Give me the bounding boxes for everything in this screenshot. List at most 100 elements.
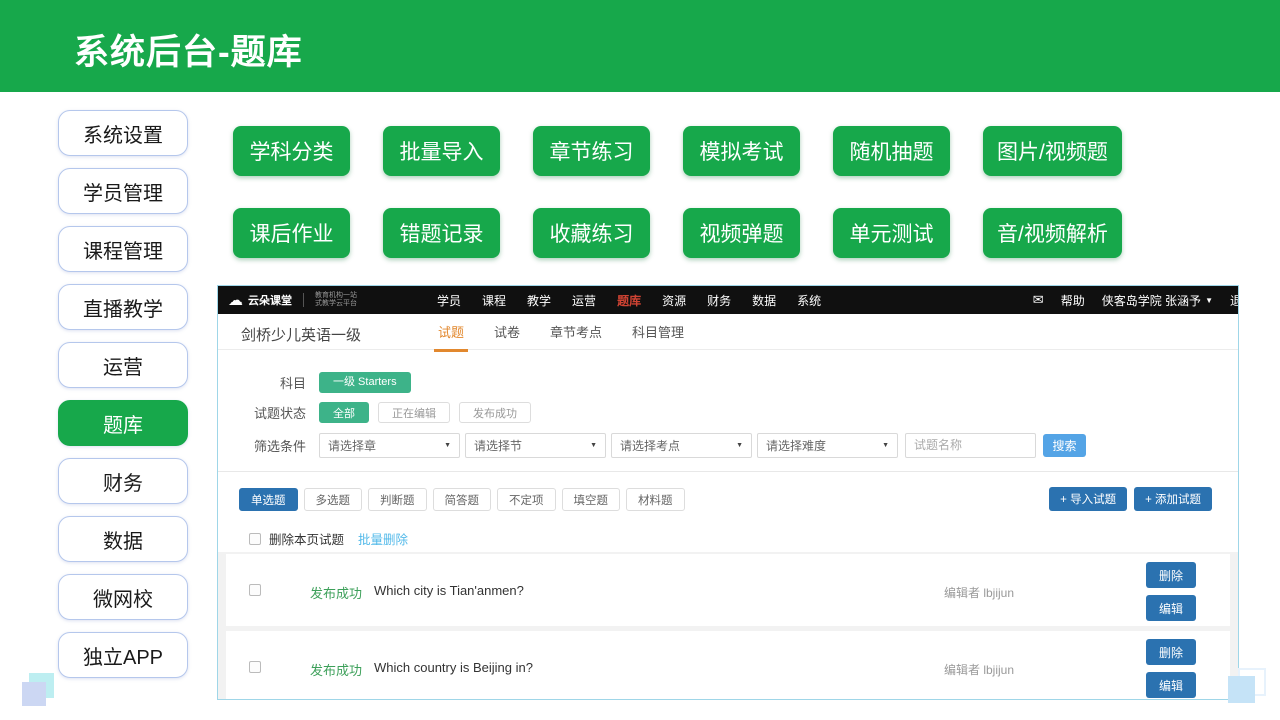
tab-chapter-points[interactable]: 章节考点 xyxy=(550,322,602,341)
row-checkbox[interactable] xyxy=(249,661,261,673)
sidebar-item-standalone-app[interactable]: 独立APP xyxy=(58,632,188,678)
status-editing-button[interactable]: 正在编辑 xyxy=(378,402,450,423)
sidebar-item-micro-school[interactable]: 微网校 xyxy=(58,574,188,620)
delete-button[interactable]: 删除 xyxy=(1146,562,1196,588)
sidebar-item-live-teaching[interactable]: 直播教学 xyxy=(58,284,188,330)
edit-button[interactable]: 编辑 xyxy=(1146,595,1196,621)
admin-tab-row: 剑桥少儿英语一级 试题 试卷 章节考点 科目管理 xyxy=(218,314,1238,350)
page-title: 系统后台-题库 xyxy=(0,0,1280,75)
feature-chapter-practice[interactable]: 章节练习 xyxy=(533,126,650,176)
question-actions: + 导入试题 + 添加试题 xyxy=(1049,487,1212,511)
search-button[interactable]: 搜索 xyxy=(1043,434,1086,457)
feature-audio-video-analysis[interactable]: 音/视频解析 xyxy=(983,208,1122,258)
section-select-value: 请选择节 xyxy=(474,437,522,454)
editor-label: 编辑者 lbjijun xyxy=(944,661,1014,678)
filter-status-row: 试题状态 全部 正在编辑 发布成功 xyxy=(250,402,540,423)
import-questions-button[interactable]: + 导入试题 xyxy=(1049,487,1127,511)
logo-tagline: 教育机构一站 式教学云平台 xyxy=(315,292,357,309)
admin-screenshot-panel: ☁ 云朵课堂 教育机构一站 式教学云平台 学员 课程 教学 运营 题库 资源 财… xyxy=(217,285,1239,700)
feature-mock-exam[interactable]: 模拟考试 xyxy=(683,126,800,176)
help-link[interactable]: 帮助 xyxy=(1061,292,1085,309)
mail-icon[interactable]: ✉ xyxy=(1033,292,1044,308)
point-select[interactable]: 请选择考点 ▼ xyxy=(611,433,752,458)
feature-random-draw[interactable]: 随机抽题 xyxy=(833,126,950,176)
section-select[interactable]: 请选择节 ▼ xyxy=(465,433,606,458)
logo-tagline-line2: 式教学云平台 xyxy=(315,300,357,307)
nav-item-teaching[interactable]: 教学 xyxy=(527,292,551,309)
qtype-fill-blank[interactable]: 填空题 xyxy=(562,488,621,511)
tab-subject-management[interactable]: 科目管理 xyxy=(632,322,684,341)
sidebar: 系统设置 学员管理 课程管理 直播教学 运营 题库 财务 数据 微网校 独立AP… xyxy=(58,110,188,678)
row-checkbox[interactable] xyxy=(249,584,261,596)
feature-favorite-practice[interactable]: 收藏练习 xyxy=(533,208,650,258)
account-menu[interactable]: 侠客岛学院 张涵予 ▼ xyxy=(1102,292,1213,309)
chevron-down-icon: ▼ xyxy=(1205,296,1213,305)
chapter-select[interactable]: 请选择章 ▼ xyxy=(319,433,460,458)
feature-batch-import[interactable]: 批量导入 xyxy=(383,126,500,176)
sidebar-item-course-management[interactable]: 课程管理 xyxy=(58,226,188,272)
chapter-select-value: 请选择章 xyxy=(328,437,376,454)
page: 系统后台-题库 系统设置 学员管理 课程管理 直播教学 运营 题库 财务 数据 … xyxy=(0,0,1280,720)
edit-button[interactable]: 编辑 xyxy=(1146,672,1196,698)
subject-pill[interactable]: 一级 Starters xyxy=(319,372,411,393)
difficulty-select-value: 请选择难度 xyxy=(766,437,826,454)
feature-wrong-question-record[interactable]: 错题记录 xyxy=(383,208,500,258)
sidebar-item-operations[interactable]: 运营 xyxy=(58,342,188,388)
decor-square-lavender xyxy=(22,682,46,706)
question-name-input[interactable] xyxy=(905,433,1036,458)
question-row: 发布成功 Which country is Beijing in? 编辑者 lb… xyxy=(226,631,1230,700)
question-row: 发布成功 Which city is Tian'anmen? 编辑者 lbjij… xyxy=(226,554,1230,626)
feature-video-popup-questions[interactable]: 视频弹题 xyxy=(683,208,800,258)
feature-homework[interactable]: 课后作业 xyxy=(233,208,350,258)
sidebar-item-student-management[interactable]: 学员管理 xyxy=(58,168,188,214)
sidebar-item-question-bank[interactable]: 题库 xyxy=(58,400,188,446)
nav-item-question-bank[interactable]: 题库 xyxy=(617,292,641,309)
tab-questions[interactable]: 试题 xyxy=(438,322,464,341)
nav-item-students[interactable]: 学员 xyxy=(437,292,461,309)
cloud-logo-icon: ☁ xyxy=(228,291,243,309)
difficulty-select[interactable]: 请选择难度 ▼ xyxy=(757,433,898,458)
sidebar-item-system-settings[interactable]: 系统设置 xyxy=(58,110,188,156)
add-question-button[interactable]: + 添加试题 xyxy=(1134,487,1212,511)
nav-item-system[interactable]: 系统 xyxy=(797,292,821,309)
admin-top-nav: ☁ 云朵课堂 教育机构一站 式教学云平台 学员 课程 教学 运营 题库 资源 财… xyxy=(218,286,1238,314)
admin-nav-items: 学员 课程 教学 运营 题库 资源 财务 数据 系统 xyxy=(437,292,821,309)
delete-button[interactable]: 删除 xyxy=(1146,639,1196,665)
qtype-multi-choice[interactable]: 多选题 xyxy=(304,488,363,511)
status-all-button[interactable]: 全部 xyxy=(319,402,369,423)
page-header: 系统后台-题库 xyxy=(0,0,1280,92)
feature-image-video-questions[interactable]: 图片/视频题 xyxy=(983,126,1122,176)
qtype-material[interactable]: 材料题 xyxy=(626,488,685,511)
sidebar-item-data[interactable]: 数据 xyxy=(58,516,188,562)
qtype-indefinite[interactable]: 不定项 xyxy=(497,488,556,511)
logo: ☁ 云朵课堂 教育机构一站 式教学云平台 xyxy=(218,291,357,309)
feature-buttons: 学科分类 批量导入 章节练习 模拟考试 随机抽题 图片/视频题 课后作业 错题记… xyxy=(233,126,1122,258)
sidebar-item-finance[interactable]: 财务 xyxy=(58,458,188,504)
status-badge: 发布成功 xyxy=(310,660,362,679)
logout-link[interactable]: 退出 xyxy=(1230,292,1238,309)
account-name: 侠客岛学院 张涵予 xyxy=(1102,292,1201,309)
point-select-value: 请选择考点 xyxy=(620,437,680,454)
feature-subject-classification[interactable]: 学科分类 xyxy=(233,126,350,176)
delete-page-label: 删除本页试题 xyxy=(269,529,344,548)
nav-item-courses[interactable]: 课程 xyxy=(482,292,506,309)
tab-papers[interactable]: 试卷 xyxy=(494,322,520,341)
select-caret-icon: ▼ xyxy=(882,442,889,449)
decor-square-blue xyxy=(1228,676,1255,703)
nav-item-resources[interactable]: 资源 xyxy=(662,292,686,309)
filter-subject-row: 科目 一级 Starters xyxy=(250,372,411,393)
nav-item-operations[interactable]: 运营 xyxy=(572,292,596,309)
qtype-short-answer[interactable]: 简答题 xyxy=(433,488,492,511)
row-action-buttons: 删除 编辑 xyxy=(1146,562,1196,621)
select-all-checkbox[interactable] xyxy=(249,533,261,545)
nav-item-finance[interactable]: 财务 xyxy=(707,292,731,309)
row-action-buttons: 删除 编辑 xyxy=(1146,639,1196,698)
subject-label: 科目 xyxy=(250,373,306,392)
status-published-button[interactable]: 发布成功 xyxy=(459,402,531,423)
nav-item-data[interactable]: 数据 xyxy=(752,292,776,309)
feature-unit-test[interactable]: 单元测试 xyxy=(833,208,950,258)
bulk-delete-link[interactable]: 批量删除 xyxy=(358,529,408,548)
qtype-true-false[interactable]: 判断题 xyxy=(368,488,427,511)
question-text: Which city is Tian'anmen? xyxy=(374,583,524,598)
qtype-single-choice[interactable]: 单选题 xyxy=(239,488,298,511)
